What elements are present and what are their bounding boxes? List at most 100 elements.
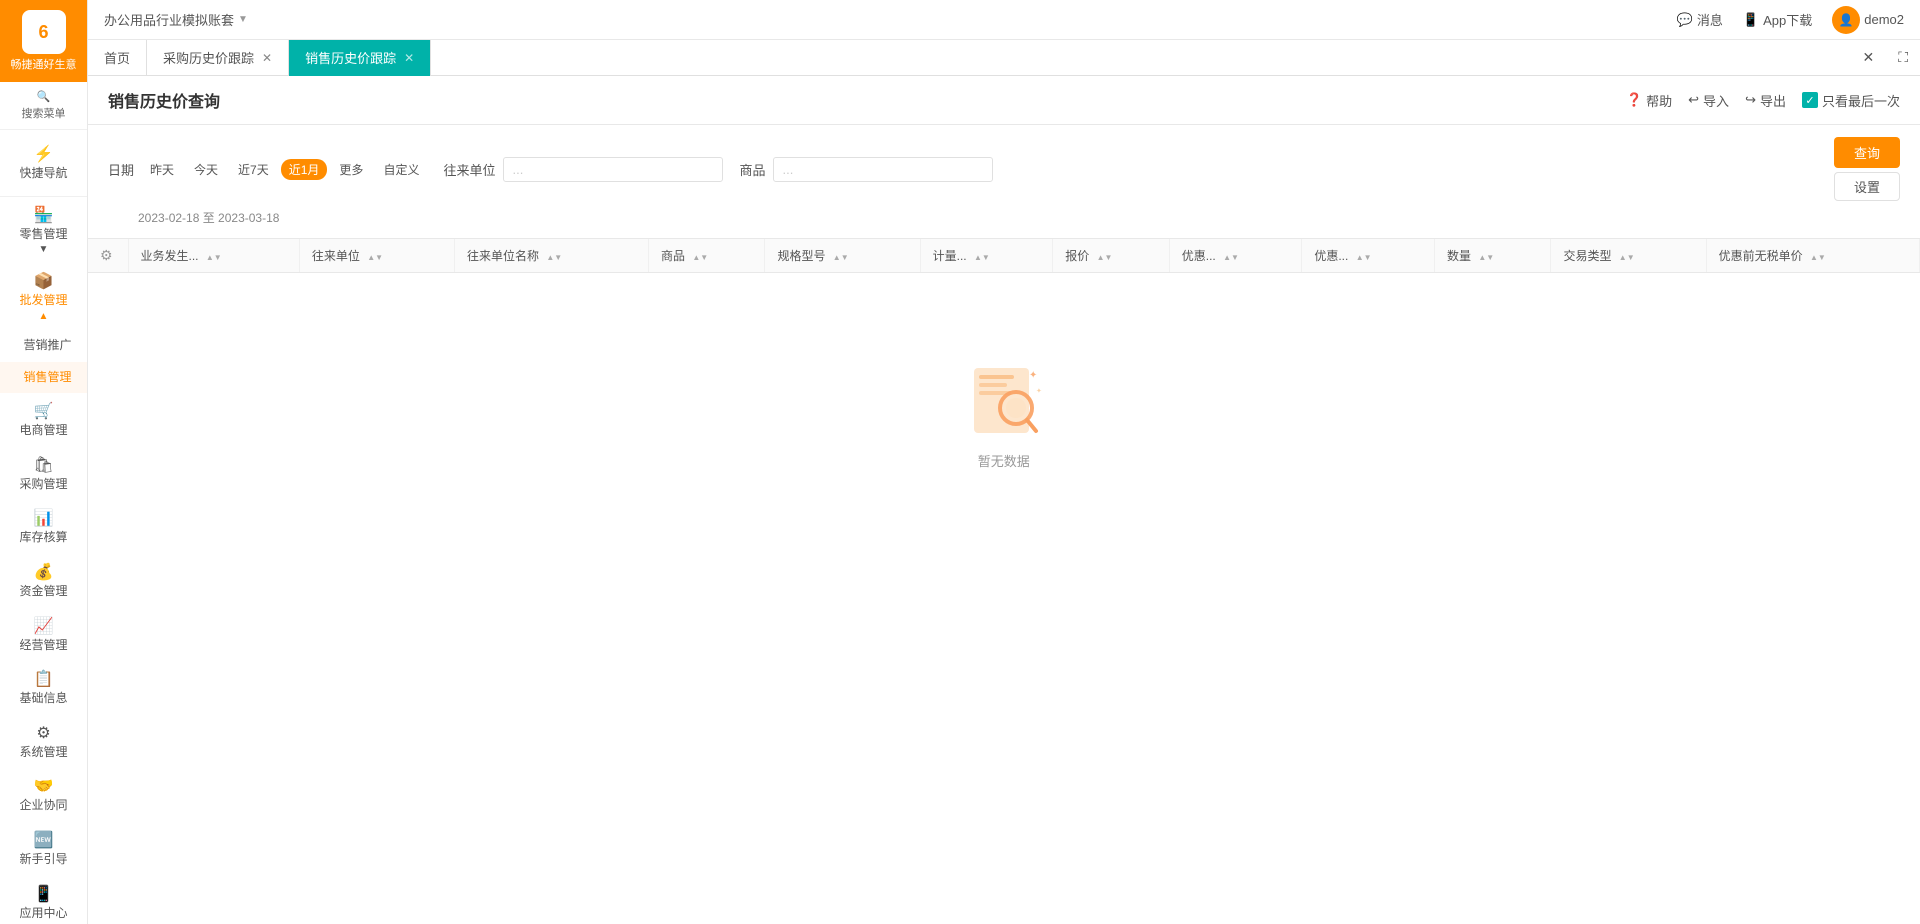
empty-illustration: ✦ ✦ bbox=[954, 353, 1054, 443]
fullscreen-button[interactable]: ⛶ bbox=[1886, 40, 1920, 76]
date-btn-1month[interactable]: 近1月 bbox=[281, 159, 328, 180]
col-trade-type-label: 交易类型 bbox=[1563, 249, 1611, 263]
sidebar-item-retail[interactable]: 🏪 零售管理 ▼ bbox=[0, 197, 87, 264]
app-download-button[interactable]: 📱 App下载 bbox=[1743, 10, 1812, 29]
operations-icon: 📈 bbox=[34, 616, 54, 636]
user-menu[interactable]: 👤 demo2 bbox=[1832, 6, 1904, 34]
col-price[interactable]: 报价 ▲▼ bbox=[1053, 239, 1169, 273]
message-icon: 💬 bbox=[1677, 12, 1693, 28]
tab-sales-history[interactable]: 销售历史价跟踪 ✕ bbox=[289, 40, 431, 76]
sidebar-search-section: 🔍 搜索菜单 bbox=[0, 82, 87, 130]
app-download-label: App下载 bbox=[1763, 10, 1812, 29]
sort-icon-discount1: ▲▼ bbox=[1223, 253, 1239, 262]
date-btn-today[interactable]: 今天 bbox=[186, 159, 226, 180]
settings-button[interactable]: 设置 bbox=[1834, 172, 1900, 201]
tab-home[interactable]: 首页 bbox=[88, 40, 147, 76]
close-all-tabs-button[interactable]: ✕ bbox=[1850, 40, 1886, 76]
col-goods[interactable]: 商品 ▲▼ bbox=[648, 239, 764, 273]
sidebar-item-basic[interactable]: 📋 基础信息 bbox=[0, 661, 87, 715]
col-partner-name-label: 往来单位名称 bbox=[467, 249, 539, 263]
sidebar-item-wholesale[interactable]: 📦 批发管理 ▲ bbox=[0, 263, 87, 330]
sort-icon-discount2: ▲▼ bbox=[1356, 253, 1372, 262]
search-menu-button[interactable]: 🔍 搜索菜单 bbox=[6, 90, 81, 121]
col-partner-name[interactable]: 往来单位名称 ▲▼ bbox=[455, 239, 649, 273]
col-discount2[interactable]: 优惠... ▲▼ bbox=[1302, 239, 1435, 273]
message-button[interactable]: 💬 消息 bbox=[1677, 10, 1723, 29]
sidebar-item-finance[interactable]: 💰 资金管理 bbox=[0, 554, 87, 608]
header-left: 办公用品行业模拟账套 ▼ bbox=[104, 10, 248, 29]
col-partner-code[interactable]: 往来单位 ▲▼ bbox=[299, 239, 454, 273]
wholesale-arrow-icon: ▲ bbox=[39, 311, 49, 322]
sidebar-nav: ⚡ 快捷导航 🏪 零售管理 ▼ 📦 批发管理 ▲ 营销推广 销售管理 🛒 电商管… bbox=[0, 130, 87, 924]
date-btn-yesterday[interactable]: 昨天 bbox=[142, 159, 182, 180]
wholesale-label: 批发管理 bbox=[19, 293, 67, 309]
tab-purchase-close-icon[interactable]: ✕ bbox=[262, 51, 272, 65]
sidebar-item-ecommerce[interactable]: 🛒 电商管理 bbox=[0, 393, 87, 447]
export-button[interactable]: ↪ 导出 bbox=[1745, 91, 1786, 110]
col-business-date[interactable]: 业务发生... ▲▼ bbox=[128, 239, 299, 273]
workspace-selector[interactable]: 办公用品行业模拟账套 ▼ bbox=[104, 10, 248, 29]
enterprise-label: 企业协同 bbox=[19, 798, 67, 814]
goods-label: 商品 bbox=[739, 160, 765, 179]
appcenter-label: 应用中心 bbox=[19, 906, 67, 922]
sales-label: 销售管理 bbox=[23, 370, 71, 386]
import-icon: ↩ bbox=[1688, 92, 1699, 108]
sidebar-item-quick-nav[interactable]: ⚡ 快捷导航 bbox=[0, 136, 87, 190]
only-last-option[interactable]: ✓ 只看最后一次 bbox=[1802, 91, 1900, 110]
table-gear-icon[interactable]: ⚙ bbox=[100, 247, 113, 263]
col-unit[interactable]: 计量... ▲▼ bbox=[920, 239, 1053, 273]
table-settings-col: ⚙ bbox=[88, 239, 128, 273]
help-button[interactable]: ❓ 帮助 bbox=[1626, 91, 1672, 110]
col-trade-type[interactable]: 交易类型 ▲▼ bbox=[1551, 239, 1706, 273]
logo-icon: 6 bbox=[22, 10, 66, 54]
guide-label: 新手引导 bbox=[19, 852, 67, 868]
col-goods-label: 商品 bbox=[661, 249, 685, 263]
quick-nav-icon: ⚡ bbox=[34, 144, 54, 164]
goods-input[interactable]: ... bbox=[773, 157, 993, 182]
col-pretax-price[interactable]: 优惠前无税单价 ▲▼ bbox=[1706, 239, 1919, 273]
sidebar-item-sales[interactable]: 销售管理 bbox=[0, 362, 87, 394]
sidebar-item-enterprise[interactable]: 🤝 企业协同 bbox=[0, 768, 87, 822]
date-btn-more[interactable]: 更多 bbox=[331, 159, 371, 180]
purchase-label: 采购管理 bbox=[19, 477, 67, 493]
import-button[interactable]: ↩ 导入 bbox=[1688, 91, 1729, 110]
query-button[interactable]: 查询 bbox=[1834, 137, 1900, 168]
page-header: 销售历史价查询 ❓ 帮助 ↩ 导入 ↪ 导出 ✓ 只看最后一次 bbox=[88, 76, 1920, 125]
sidebar-item-operations[interactable]: 📈 经营管理 bbox=[0, 608, 87, 662]
date-btn-custom[interactable]: 自定义 bbox=[375, 159, 427, 180]
tab-sales-close-icon[interactable]: ✕ bbox=[404, 51, 414, 65]
col-spec[interactable]: 规格型号 ▲▼ bbox=[765, 239, 920, 273]
sort-icon-unit: ▲▼ bbox=[974, 253, 990, 262]
sidebar-item-purchase[interactable]: 🛍 采购管理 bbox=[0, 447, 87, 501]
inventory-label: 库存核算 bbox=[19, 530, 67, 546]
col-price-label: 报价 bbox=[1065, 249, 1089, 263]
data-table: ⚙ 业务发生... ▲▼ 往来单位 ▲▼ 往来单位名称 ▲▼ bbox=[88, 239, 1920, 550]
sidebar-item-appcenter[interactable]: 📱 应用中心 bbox=[0, 876, 87, 924]
enterprise-icon: 🤝 bbox=[34, 776, 54, 796]
system-label: 系统管理 bbox=[19, 745, 67, 761]
search-menu-label: 搜索菜单 bbox=[22, 105, 66, 121]
partner-input[interactable]: ... bbox=[503, 157, 723, 182]
tab-purchase-history[interactable]: 采购历史价跟踪 ✕ bbox=[147, 40, 289, 76]
sidebar-item-guide[interactable]: 🆕 新手引导 bbox=[0, 822, 87, 876]
sidebar: 6 畅捷通好生意 🔍 搜索菜单 ⚡ 快捷导航 🏪 零售管理 ▼ 📦 批发管理 ▲… bbox=[0, 0, 88, 924]
empty-state: ✦ ✦ 暂无数据 bbox=[88, 273, 1920, 550]
message-label: 消息 bbox=[1697, 10, 1723, 29]
col-discount1[interactable]: 优惠... ▲▼ bbox=[1169, 239, 1302, 273]
only-last-checkbox[interactable]: ✓ bbox=[1802, 92, 1818, 108]
col-discount2-label: 优惠... bbox=[1314, 249, 1348, 263]
sidebar-item-inventory[interactable]: 📊 库存核算 bbox=[0, 500, 87, 554]
sidebar-item-marketing[interactable]: 营销推广 bbox=[0, 330, 87, 362]
tabs-bar: 首页 采购历史价跟踪 ✕ 销售历史价跟踪 ✕ ✕ ⛶ bbox=[88, 40, 1920, 76]
filter-row: 日期 昨天 今天 近7天 近1月 更多 自定义 往来单位 ... bbox=[108, 137, 1900, 201]
help-icon: ❓ bbox=[1626, 92, 1642, 108]
sidebar-item-system[interactable]: ⚙ 系统管理 bbox=[0, 715, 87, 769]
col-pretax-price-label: 优惠前无税单价 bbox=[1719, 249, 1803, 263]
export-icon: ↪ bbox=[1745, 92, 1756, 108]
date-btn-7days[interactable]: 近7天 bbox=[230, 159, 277, 180]
sidebar-logo: 6 畅捷通好生意 bbox=[0, 0, 87, 82]
retail-icon: 🏪 bbox=[34, 205, 54, 225]
only-last-label: 只看最后一次 bbox=[1822, 91, 1900, 110]
sort-icon-quantity: ▲▼ bbox=[1478, 253, 1494, 262]
col-quantity[interactable]: 数量 ▲▼ bbox=[1434, 239, 1550, 273]
